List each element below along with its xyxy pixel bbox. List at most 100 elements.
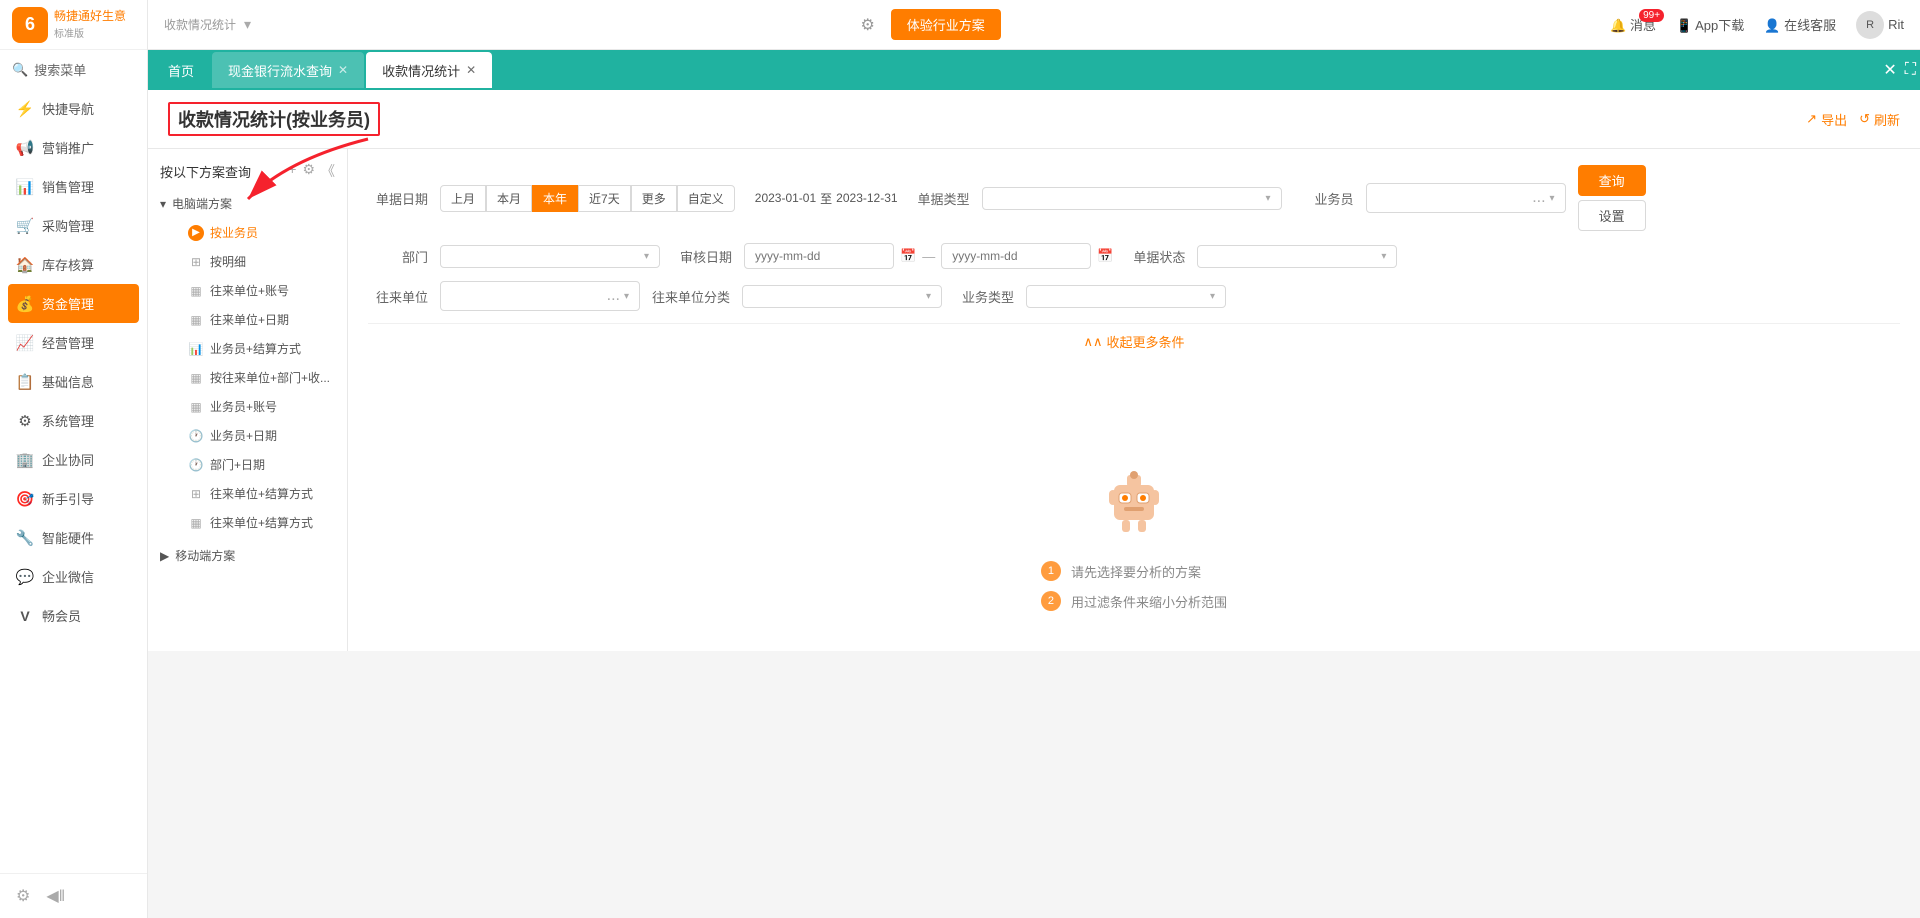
salesperson-more-icon[interactable]: ... (1528, 189, 1549, 207)
service-icon: 👤 (1764, 18, 1780, 33)
settings-button[interactable]: 设置 (1578, 200, 1646, 231)
sidebar-item-system[interactable]: ⚙ 系统管理 (0, 401, 147, 440)
date-btn-7days[interactable]: 近7天 (578, 185, 631, 212)
query-button[interactable]: 查询 (1578, 165, 1646, 196)
sidebar-item-operations[interactable]: 📈 经营管理 (0, 323, 147, 362)
review-date-calendar-from-icon[interactable]: 📅 (900, 248, 916, 264)
sidebar-item-hardware[interactable]: 🔧 智能硬件 (0, 518, 147, 557)
empty-step-1: 1 请先选择要分析的方案 (1041, 561, 1227, 581)
sidebar-item-basic[interactable]: 📋 基础信息 (0, 362, 147, 401)
tree-item-supplier-dept[interactable]: ▦ 按往来单位+部门+收... (160, 363, 347, 392)
header-gear-icon[interactable]: ⚙ (860, 15, 874, 35)
tab-collection-close-icon[interactable]: ✕ (466, 63, 476, 77)
sidebar-item-purchase[interactable]: 🛒 采购管理 (0, 206, 147, 245)
sidebar-item-enterprise[interactable]: 🏢 企业协同 (0, 440, 147, 479)
trial-button[interactable]: 体验行业方案 (891, 9, 1001, 40)
hardware-icon: 🔧 (16, 529, 34, 547)
tree-item-supplier-account[interactable]: ▦ 往来单位+账号 (160, 276, 347, 305)
tree-item-salesperson-settle[interactable]: 📊 业务员+结算方式 (160, 334, 347, 363)
business-type-select[interactable]: ▾ (1026, 285, 1226, 308)
sidebar-item-marketing[interactable]: 📢 营销推广 (0, 128, 147, 167)
sidebar-item-guide[interactable]: 🎯 新手引导 (0, 479, 147, 518)
tree-item-label-dept-date: 部门+日期 (210, 456, 265, 473)
filter-row-1: 单据日期 上月 本月 本年 近7天 更多 自定义 2023-01-01 (368, 165, 1900, 231)
tree-item-salesperson-account[interactable]: ▦ 业务员+账号 (160, 392, 347, 421)
export-button[interactable]: ↗ 导出 (1806, 110, 1847, 129)
counterpart-category-label: 往来单位分类 (652, 287, 730, 306)
sidebar-search-item[interactable]: 🔍 搜索菜单 (0, 50, 147, 89)
tree-group-desktop[interactable]: ▾ 电脑端方案 (148, 189, 347, 218)
tab-home[interactable]: 首页 (152, 52, 210, 88)
date-from-value: 2023-01-01 (755, 191, 816, 205)
date-btn-custom[interactable]: 自定义 (677, 185, 735, 212)
tree-item-supplier-date[interactable]: ▦ 往来单位+日期 (160, 305, 347, 334)
counterpart-input[interactable]: ... ▾ (440, 281, 640, 311)
tab-bank-flow[interactable]: 现金银行流水查询 ✕ (212, 52, 364, 88)
tree-item-by-detail[interactable]: ⊞ 按明细 (160, 247, 347, 276)
sidebar-finance-label: 资金管理 (42, 294, 94, 313)
review-date-calendar-to-icon[interactable]: 📅 (1097, 248, 1113, 264)
sidebar-guide-label: 新手引导 (42, 489, 94, 508)
tree-item-sup-settle2[interactable]: ▦ 往来单位+结算方式 (160, 508, 347, 537)
sidebar-item-quick-nav[interactable]: ⚡ 快捷导航 (0, 89, 147, 128)
search-icon: 🔍 (12, 62, 28, 78)
user-menu[interactable]: R Rit (1856, 11, 1904, 39)
panel-collapse-icon[interactable]: 《 (321, 161, 335, 181)
date-btn-this-year[interactable]: 本年 (532, 185, 578, 212)
voucher-status-select[interactable]: ▾ (1197, 245, 1397, 268)
tree-item-label-sup-set1: 往来单位+结算方式 (210, 485, 313, 502)
review-date-from-input[interactable] (744, 243, 894, 269)
date-filter-label: 单据日期 (368, 189, 428, 208)
panel-add-icon[interactable]: + (288, 161, 296, 181)
review-date-group: 📅 — 📅 (744, 243, 1113, 269)
voucher-type-select[interactable]: ▾ (982, 187, 1282, 210)
tab-bank-flow-close-icon[interactable]: ✕ (338, 63, 348, 77)
tree-group-mobile[interactable]: ▶ 移动端方案 (148, 541, 347, 570)
operations-icon: 📈 (16, 334, 34, 352)
date-btn-last-month[interactable]: 上月 (440, 185, 486, 212)
dept-select[interactable]: ▾ (440, 245, 660, 268)
tree-item-salesperson-date[interactable]: 🕐 业务员+日期 (160, 421, 347, 450)
step-1-text: 请先选择要分析的方案 (1071, 562, 1201, 581)
tree-item-dept-date[interactable]: 🕐 部门+日期 (160, 450, 347, 479)
content-body: 按以下方案查询 + ⚙ 《 (148, 149, 1920, 651)
maximize-window-icon[interactable]: ⛶ (1905, 61, 1916, 79)
counterpart-category-dropdown-icon: ▾ (926, 291, 931, 302)
sidebar-item-finance[interactable]: 💰 资金管理 (8, 284, 139, 323)
footer-collapse-icon[interactable]: ◀‖ (46, 886, 65, 906)
date-btn-more[interactable]: 更多 (631, 185, 677, 212)
empty-step-2: 2 用过滤条件来缩小分析范围 (1041, 591, 1227, 611)
tree-item-by-salesperson[interactable]: ▶ 按业务员 (160, 218, 347, 247)
refresh-button[interactable]: ↺ 刷新 (1859, 110, 1900, 129)
dept-filter-label: 部门 (368, 247, 428, 266)
sidebar-basic-label: 基础信息 (42, 372, 94, 391)
panel-settings-icon[interactable]: ⚙ (302, 161, 315, 181)
message-button[interactable]: 🔔 99+ 消息 (1610, 15, 1656, 34)
counterpart-filter-label: 往来单位 (368, 287, 428, 306)
counterpart-category-select[interactable]: ▾ (742, 285, 942, 308)
guide-icon: 🎯 (16, 490, 34, 508)
breadcrumb: 收款情况统计 (164, 16, 236, 33)
close-window-icon[interactable]: ✕ (1883, 60, 1896, 80)
collapse-button[interactable]: ∧∧ 收起更多条件 (1075, 324, 1192, 359)
sidebar-item-member[interactable]: V 畅会员 (0, 596, 147, 635)
tab-collection[interactable]: 收款情况统计 ✕ (366, 52, 492, 88)
footer-settings-icon[interactable]: ⚙ (16, 886, 30, 906)
salesperson-input[interactable]: ... ▾ (1366, 183, 1566, 213)
app-download-button[interactable]: 📱 App下载 (1676, 15, 1744, 34)
date-btn-this-month[interactable]: 本月 (486, 185, 532, 212)
review-date-to-input[interactable] (941, 243, 1091, 269)
tree-item-sup-settle1[interactable]: ⊞ 往来单位+结算方式 (160, 479, 347, 508)
breadcrumb-dropdown-icon[interactable]: ▾ (244, 16, 251, 33)
tree-item-sal-acc-icon: ▦ (188, 399, 204, 415)
online-service-button[interactable]: 👤 在线客服 (1764, 15, 1836, 34)
tab-bank-flow-label: 现金银行流水查询 (228, 61, 332, 80)
sidebar-item-wechat[interactable]: 💬 企业微信 (0, 557, 147, 596)
message-bell-icon: 🔔 (1610, 18, 1626, 33)
tabs-right-controls: ✕ ⛶ (1883, 60, 1916, 80)
tree-item-label-detail: 按明细 (210, 253, 246, 270)
sidebar-item-inventory[interactable]: 🏠 库存核算 (0, 245, 147, 284)
tree-item-label-salesperson: 按业务员 (210, 224, 258, 241)
sidebar-item-sales[interactable]: 📊 销售管理 (0, 167, 147, 206)
counterpart-more-icon[interactable]: ... (603, 287, 624, 305)
